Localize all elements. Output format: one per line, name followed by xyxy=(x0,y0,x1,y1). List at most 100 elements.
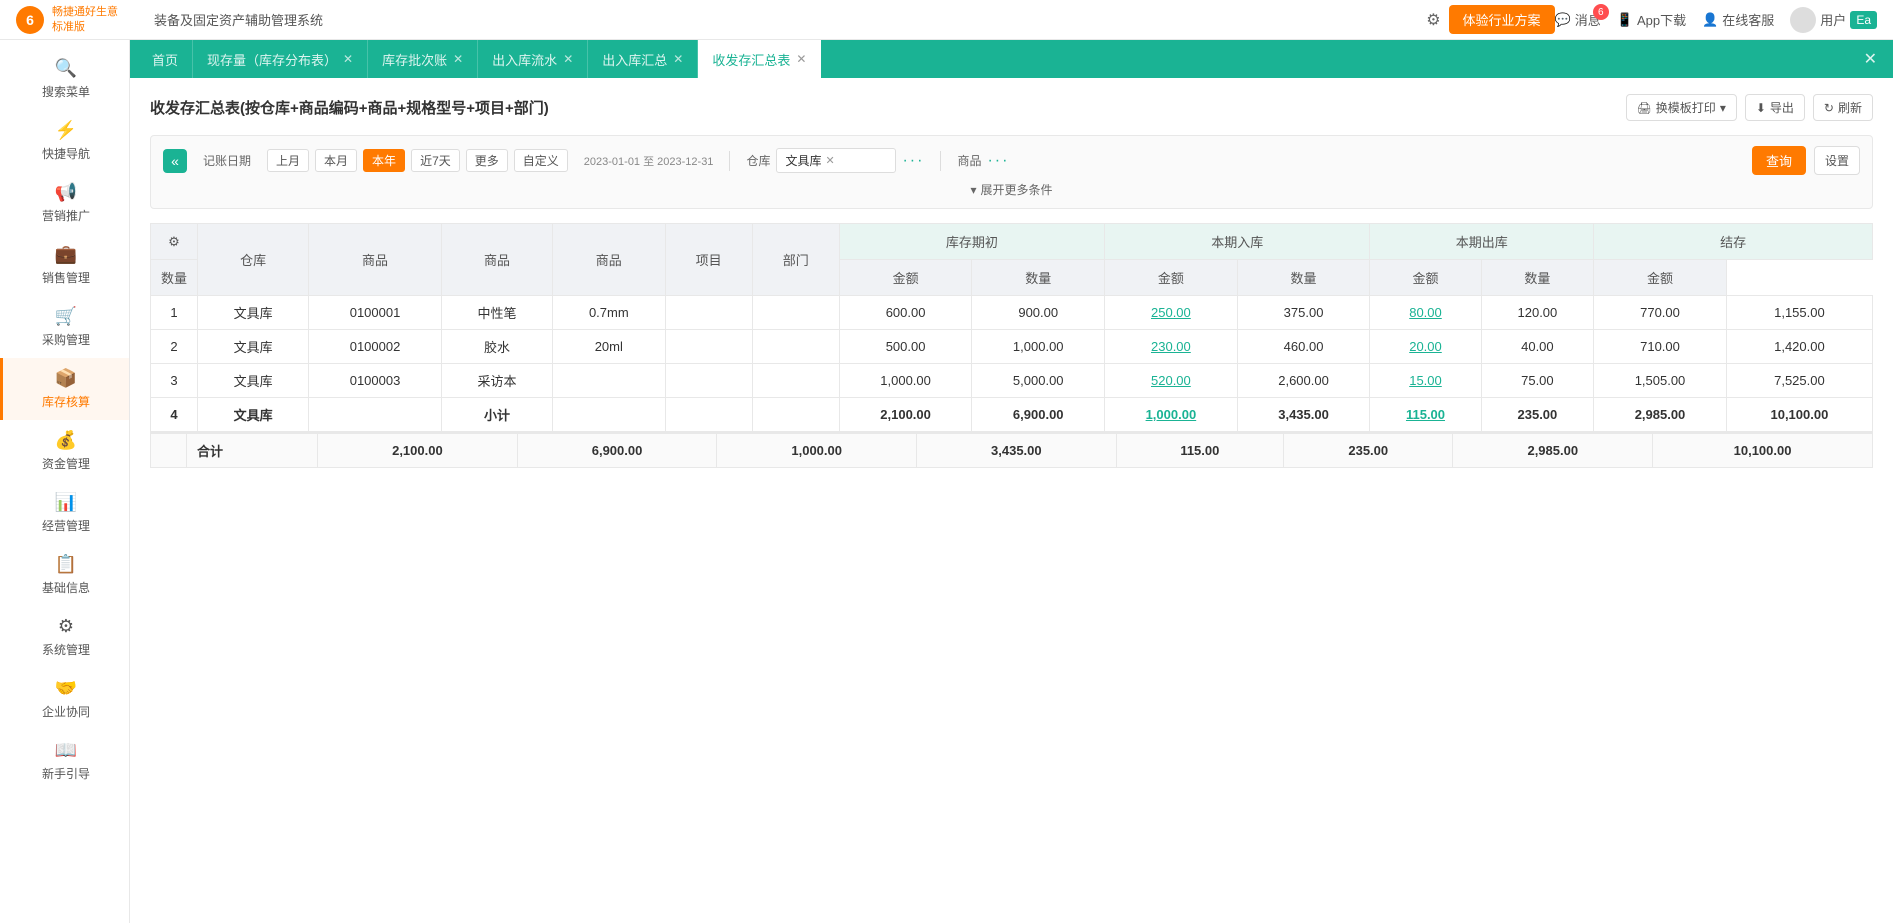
th-open-amt: 金额 xyxy=(839,260,972,296)
app-download-item[interactable]: 📱 App下载 xyxy=(1617,10,1686,29)
tab-stock-dist-close[interactable]: ✕ xyxy=(343,53,353,65)
industry-button[interactable]: 体验行业方案 xyxy=(1449,5,1555,34)
settings-icon[interactable]: ⚙ xyxy=(1426,10,1440,30)
footer-table: 合计 2,100.00 6,900.00 1,000.00 3,435.00 1… xyxy=(150,434,1873,468)
sidebar-item-quicknav[interactable]: ⚡ 快捷导航 xyxy=(0,110,129,172)
expand-button[interactable]: ▾ 展开更多条件 xyxy=(970,181,1052,198)
logo-text: 畅捷通好生意 标准版 xyxy=(52,5,118,34)
sidebar-item-finance[interactable]: 💰 资金管理 xyxy=(0,420,129,482)
tab-home[interactable]: 首页 xyxy=(138,40,193,78)
date-more[interactable]: 更多 xyxy=(466,149,508,172)
footer-out-amt: 235.00 xyxy=(1284,434,1453,468)
th-in-group: 本期入库 xyxy=(1105,224,1370,260)
guide-icon: 📖 xyxy=(55,740,77,761)
print-button[interactable]: 🖨 换模板打印 ▾ xyxy=(1626,94,1737,121)
sidebar-item-guide[interactable]: 📖 新手引导 xyxy=(0,730,129,792)
sidebar-label-collab: 企业协同 xyxy=(42,703,90,720)
sidebar-item-basicinfo[interactable]: 📋 基础信息 xyxy=(0,544,129,606)
purchase-icon: 🛒 xyxy=(55,306,77,327)
tab-inout-summary-close[interactable]: ✕ xyxy=(673,53,683,65)
sidebar-item-inventory[interactable]: 📦 库存核算 xyxy=(0,358,129,420)
sidebar-item-search[interactable]: 🔍 搜索菜单 xyxy=(0,48,129,110)
refresh-button[interactable]: ↻ 刷新 xyxy=(1813,94,1873,121)
sidebar-item-collab[interactable]: 🤝 企业协同 xyxy=(0,668,129,730)
cell-in-qty[interactable]: 1,000.00 xyxy=(1105,398,1238,432)
warehouse-tag-value: 文具库 xyxy=(785,152,821,169)
sidebar-label-quicknav: 快捷导航 xyxy=(42,145,90,162)
cell-warehouse: 文具库 xyxy=(198,398,309,432)
cell-in-qty[interactable]: 250.00 xyxy=(1105,296,1238,330)
th-settings[interactable]: ⚙ xyxy=(151,224,198,260)
cell-out-amt: 120.00 xyxy=(1481,296,1594,330)
message-icon: 💬 xyxy=(1555,12,1571,28)
sidebar-item-sales[interactable]: 💼 销售管理 xyxy=(0,234,129,296)
tab-receive-summary[interactable]: 收发存汇总表 ✕ xyxy=(698,40,821,78)
page-title: 收发存汇总表(按仓库+商品编码+商品+规格型号+项目+部门) xyxy=(150,97,549,118)
tab-stock-dist[interactable]: 现存量（库存分布表） ✕ xyxy=(193,40,368,78)
goods-dots[interactable]: ··· xyxy=(987,152,1009,170)
tab-inout-summary[interactable]: 出入库汇总 ✕ xyxy=(588,40,698,78)
th-goods-code: 商品 xyxy=(309,224,442,296)
app-download-label: App下载 xyxy=(1637,10,1686,29)
sidebar-label-inventory: 库存核算 xyxy=(42,393,90,410)
tab-batch-close[interactable]: ✕ xyxy=(453,53,463,65)
tab-inout-flow-close[interactable]: ✕ xyxy=(563,53,573,65)
cell-out-qty[interactable]: 80.00 xyxy=(1370,296,1481,330)
inventory-icon: 📦 xyxy=(55,368,77,389)
warehouse-tag-close[interactable]: ✕ xyxy=(825,154,834,167)
cell-out-qty[interactable]: 20.00 xyxy=(1370,330,1481,364)
user-avatar xyxy=(1790,7,1816,33)
footer-open-amt: 6,900.00 xyxy=(517,434,717,468)
sidebar-item-marketing[interactable]: 📢 营销推广 xyxy=(0,172,129,234)
sidebar-label-guide: 新手引导 xyxy=(42,765,90,782)
warehouse-dots[interactable]: ··· xyxy=(902,152,924,170)
expand-label: 展开更多条件 xyxy=(981,181,1053,198)
export-button[interactable]: ⬇ 导出 xyxy=(1745,94,1805,121)
tab-inout-flow[interactable]: 出入库流水 ✕ xyxy=(478,40,588,78)
tab-receive-summary-close[interactable]: ✕ xyxy=(796,53,806,65)
th-bal-qty: 数量 xyxy=(1481,260,1594,296)
online-service-item[interactable]: 👤 在线客服 xyxy=(1702,10,1774,29)
sidebar-label-marketing: 营销推广 xyxy=(42,207,90,224)
cell-bal-qty: 710.00 xyxy=(1594,330,1727,364)
date-this-year[interactable]: 本年 xyxy=(363,149,405,172)
message-badge: 6 xyxy=(1593,4,1609,20)
th-out-amt: 金额 xyxy=(1370,260,1481,296)
cell-in-qty[interactable]: 230.00 xyxy=(1105,330,1238,364)
cell-out-amt: 235.00 xyxy=(1481,398,1594,432)
cell-bal-qty: 2,985.00 xyxy=(1594,398,1727,432)
collab-icon: 🤝 xyxy=(55,678,77,699)
warehouse-input[interactable]: 文具库 ✕ xyxy=(776,148,896,173)
cell-in-qty[interactable]: 520.00 xyxy=(1105,364,1238,398)
main-content: 首页 现存量（库存分布表） ✕ 库存批次账 ✕ 出入库流水 ✕ 出入库汇总 ✕ … xyxy=(130,40,1893,923)
ea-label: Ea xyxy=(1850,11,1877,29)
tab-batch-label: 库存批次账 xyxy=(382,50,447,69)
footer-in-amt: 3,435.00 xyxy=(917,434,1117,468)
th-open-qty: 数量 xyxy=(151,260,198,296)
cell-open-qty: 600.00 xyxy=(839,296,972,330)
cell-department xyxy=(752,330,839,364)
sidebar-item-system[interactable]: ⚙ 系统管理 xyxy=(0,606,129,668)
cell-out-qty[interactable]: 15.00 xyxy=(1370,364,1481,398)
filter-setting-button[interactable]: 设置 xyxy=(1814,146,1860,175)
sidebar-item-purchase[interactable]: 🛒 采购管理 xyxy=(0,296,129,358)
query-button[interactable]: 查询 xyxy=(1752,146,1806,175)
tab-bar-close[interactable]: ✕ xyxy=(1856,49,1885,69)
page-inner: 收发存汇总表(按仓库+商品编码+商品+规格型号+项目+部门) 🖨 换模板打印 ▾… xyxy=(130,78,1893,923)
th-in-qty: 数量 xyxy=(972,260,1105,296)
table-settings-gear-icon[interactable]: ⚙ xyxy=(168,234,180,250)
cell-warehouse: 文具库 xyxy=(198,296,309,330)
date-this-month[interactable]: 本月 xyxy=(315,149,357,172)
user-item[interactable]: 用户 Ea xyxy=(1790,7,1877,33)
date-last-month[interactable]: 上月 xyxy=(267,149,309,172)
filter-toggle[interactable]: « xyxy=(163,149,187,173)
filter-area: « 记账日期 上月 本月 本年 近7天 更多 自定义 2023-01-01 至 … xyxy=(150,135,1873,209)
date-custom[interactable]: 自定义 xyxy=(514,149,568,172)
message-item[interactable]: 💬 消息 6 xyxy=(1555,10,1601,29)
cell-out-qty[interactable]: 115.00 xyxy=(1370,398,1481,432)
cell-bal-qty: 770.00 xyxy=(1594,296,1727,330)
date-7days[interactable]: 近7天 xyxy=(411,149,460,172)
sidebar-item-operations[interactable]: 📊 经营管理 xyxy=(0,482,129,544)
tab-batch[interactable]: 库存批次账 ✕ xyxy=(368,40,478,78)
tab-stock-dist-label: 现存量（库存分布表） xyxy=(207,50,337,69)
